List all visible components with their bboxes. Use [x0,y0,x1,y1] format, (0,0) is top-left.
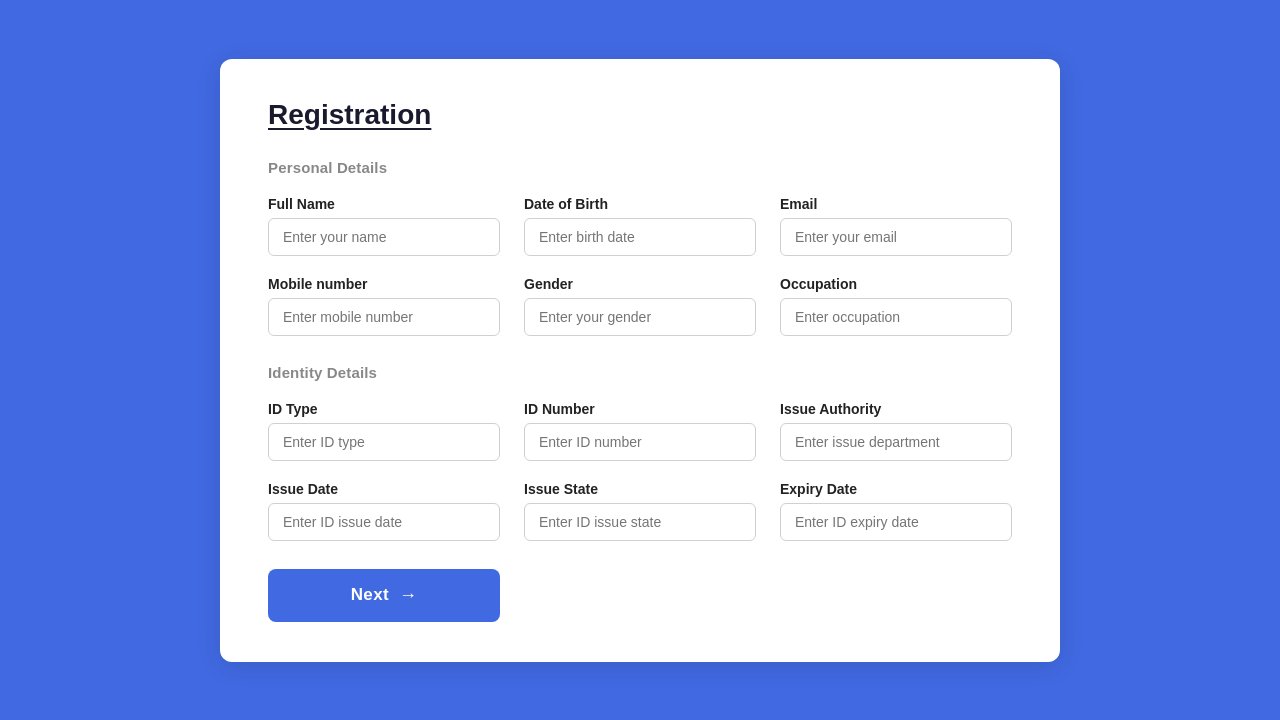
issue-date-group: Issue Date [268,481,500,541]
mobile-input[interactable] [268,298,500,336]
occupation-group: Occupation [780,276,1012,336]
issue-date-label: Issue Date [268,481,500,497]
issue-date-input[interactable] [268,503,500,541]
next-button[interactable]: Next → [268,569,500,622]
next-button-label: Next [351,585,389,605]
gender-label: Gender [524,276,756,292]
email-input[interactable] [780,218,1012,256]
identity-details-grid: ID Type ID Number Issue Authority Issue … [268,401,1012,541]
id-type-input[interactable] [268,423,500,461]
id-number-input[interactable] [524,423,756,461]
issue-authority-input[interactable] [780,423,1012,461]
registration-card: Registration Personal Details Full Name … [220,59,1060,662]
gender-input[interactable] [524,298,756,336]
arrow-right-icon: → [399,585,417,606]
personal-details-section: Personal Details Full Name Date of Birth… [268,159,1012,336]
email-group: Email [780,196,1012,256]
issue-state-input[interactable] [524,503,756,541]
full-name-group: Full Name [268,196,500,256]
issue-authority-group: Issue Authority [780,401,1012,461]
issue-authority-label: Issue Authority [780,401,1012,417]
personal-details-grid: Full Name Date of Birth Email Mobile num… [268,196,1012,336]
expiry-date-label: Expiry Date [780,481,1012,497]
dob-group: Date of Birth [524,196,756,256]
id-number-label: ID Number [524,401,756,417]
identity-details-section: Identity Details ID Type ID Number Issue… [268,364,1012,541]
dob-label: Date of Birth [524,196,756,212]
mobile-label: Mobile number [268,276,500,292]
identity-details-heading: Identity Details [268,364,1012,381]
expiry-date-group: Expiry Date [780,481,1012,541]
id-type-label: ID Type [268,401,500,417]
issue-state-group: Issue State [524,481,756,541]
occupation-input[interactable] [780,298,1012,336]
occupation-label: Occupation [780,276,1012,292]
mobile-group: Mobile number [268,276,500,336]
personal-details-heading: Personal Details [268,159,1012,176]
email-label: Email [780,196,1012,212]
gender-group: Gender [524,276,756,336]
issue-state-label: Issue State [524,481,756,497]
expiry-date-input[interactable] [780,503,1012,541]
page-title: Registration [268,99,1012,131]
id-number-group: ID Number [524,401,756,461]
id-type-group: ID Type [268,401,500,461]
full-name-label: Full Name [268,196,500,212]
full-name-input[interactable] [268,218,500,256]
dob-input[interactable] [524,218,756,256]
